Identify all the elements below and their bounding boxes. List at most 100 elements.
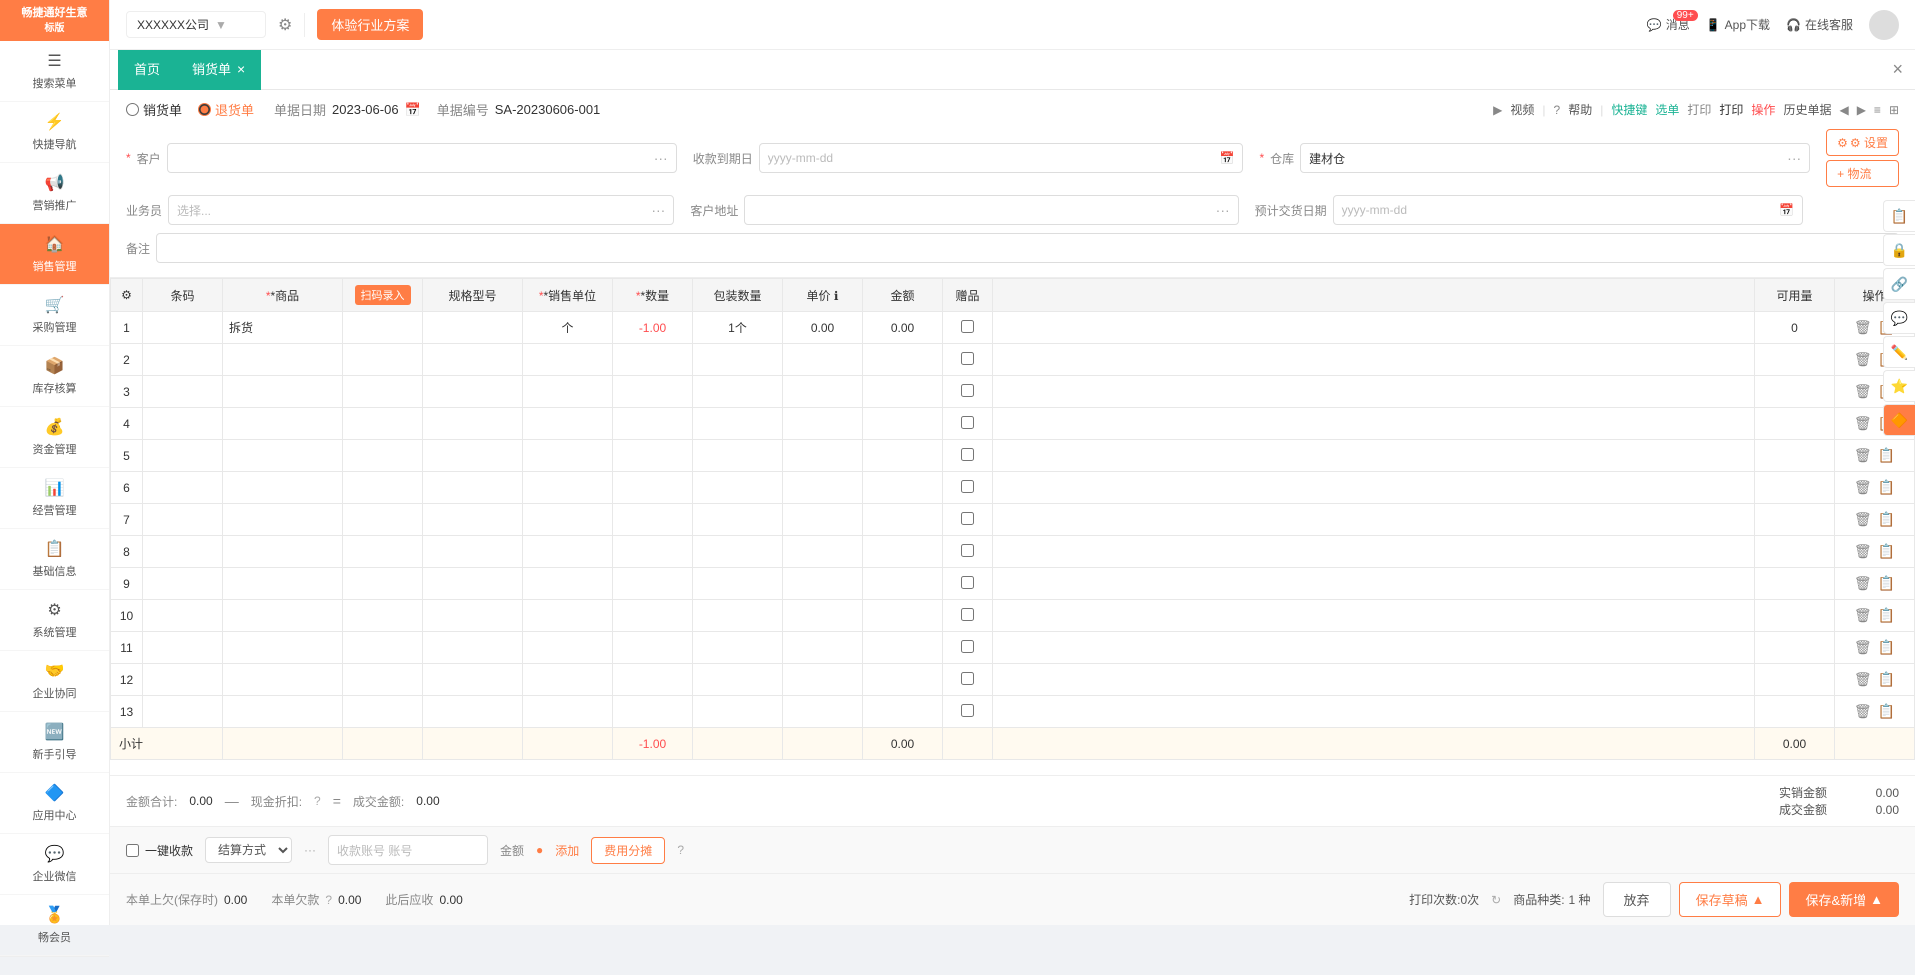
gift-checkbox-13[interactable] (961, 704, 974, 717)
payment-method-select[interactable]: 结算方式 (205, 837, 292, 863)
avatar[interactable] (1869, 10, 1899, 40)
cell-unit-9[interactable] (523, 568, 613, 600)
cell-pkg-qty-2[interactable] (693, 344, 783, 376)
cell-amount-11[interactable] (863, 632, 943, 664)
gift-checkbox-2[interactable] (961, 352, 974, 365)
cell-amount-6[interactable] (863, 472, 943, 504)
quick-panel-message[interactable]: 💬 (1883, 302, 1915, 334)
sidebar-item-purchase[interactable]: 🛒 采购管理 (0, 285, 109, 346)
select-btn[interactable]: 选单 (1655, 101, 1679, 118)
gift-checkbox-9[interactable] (961, 576, 974, 589)
cell-unit-price-3[interactable] (783, 376, 863, 408)
delete-icon-5[interactable]: 🗑 (1854, 447, 1872, 464)
cell-product-13[interactable] (223, 696, 343, 728)
history-btn[interactable]: 历史单据 (1783, 101, 1831, 118)
delete-icon-4[interactable]: 🗑 (1854, 415, 1872, 432)
cell-barcode-12[interactable] (143, 664, 223, 696)
cell-unit-price-4[interactable] (783, 408, 863, 440)
gift-checkbox-7[interactable] (961, 512, 974, 525)
delete-icon-13[interactable]: 🗑 (1854, 703, 1872, 720)
copy-icon-10[interactable]: 📋 (1878, 607, 1895, 624)
cell-spec-11[interactable] (423, 632, 523, 664)
online-support-item[interactable]: 🎧 在线客服 (1786, 16, 1853, 33)
cell-unit-price-1[interactable]: 0.00 (783, 312, 863, 344)
sidebar-item-wechat[interactable]: 💬 企业微信 (0, 834, 109, 895)
cell-pkg-qty-10[interactable] (693, 600, 783, 632)
cell-barcode-5[interactable] (143, 440, 223, 472)
cell-amount-2[interactable] (863, 344, 943, 376)
cell-amount-9[interactable] (863, 568, 943, 600)
logistics-button[interactable]: + 物流 (1826, 160, 1899, 187)
cell-unit-10[interactable] (523, 600, 613, 632)
copy-icon-12[interactable]: 📋 (1878, 671, 1895, 688)
shortcut-btn[interactable]: 快捷键 (1611, 101, 1647, 118)
cell-amount-7[interactable] (863, 504, 943, 536)
prev-btn[interactable]: ◀ (1839, 103, 1848, 117)
message-item[interactable]: 💬 消息 99+ (1647, 16, 1690, 33)
close-button[interactable]: × (1892, 59, 1903, 80)
copy-icon-13[interactable]: 📋 (1878, 703, 1895, 720)
cell-gift-8[interactable] (943, 536, 993, 568)
gift-checkbox-6[interactable] (961, 480, 974, 493)
customer-addr-input[interactable]: ··· (744, 195, 1238, 225)
cell-amount-8[interactable] (863, 536, 943, 568)
copy-icon-7[interactable]: 📋 (1878, 511, 1895, 528)
cell-qty-2[interactable] (613, 344, 693, 376)
cell-barcode-1[interactable] (143, 312, 223, 344)
delete-icon-1[interactable]: 🗑 (1854, 319, 1872, 336)
cell-spec-10[interactable] (423, 600, 523, 632)
cell-pkg-qty-5[interactable] (693, 440, 783, 472)
discard-button[interactable]: 放弃 (1603, 882, 1671, 917)
cell-product-8[interactable] (223, 536, 343, 568)
cell-gift-1[interactable] (943, 312, 993, 344)
gear-icon[interactable]: ⚙ (278, 15, 292, 35)
cell-unit-price-11[interactable] (783, 632, 863, 664)
delete-icon-9[interactable]: 🗑 (1854, 575, 1872, 592)
quick-panel-star[interactable]: ⭐ (1883, 370, 1915, 402)
one-click-checkbox[interactable] (126, 844, 139, 857)
cell-pkg-qty-8[interactable] (693, 536, 783, 568)
sidebar-item-marketing[interactable]: 📢 营销推广 (0, 163, 109, 224)
cell-product-6[interactable] (223, 472, 343, 504)
cell-unit-price-10[interactable] (783, 600, 863, 632)
cell-unit-price-13[interactable] (783, 696, 863, 728)
cell-barcode-9[interactable] (143, 568, 223, 600)
cell-product-9[interactable] (223, 568, 343, 600)
sidebar-item-basic[interactable]: 📋 基础信息 (0, 529, 109, 590)
cell-amount-1[interactable]: 0.00 (863, 312, 943, 344)
th-settings[interactable]: ⚙ (111, 279, 143, 312)
cell-unit-11[interactable] (523, 632, 613, 664)
copy-icon-5[interactable]: 📋 (1878, 447, 1895, 464)
cell-product-2[interactable] (223, 344, 343, 376)
gift-checkbox-8[interactable] (961, 544, 974, 557)
cell-barcode-11[interactable] (143, 632, 223, 664)
cell-spec-6[interactable] (423, 472, 523, 504)
cell-gift-5[interactable] (943, 440, 993, 472)
tab-close-icon[interactable]: × (237, 61, 245, 77)
gift-checkbox-10[interactable] (961, 608, 974, 621)
cell-product-1[interactable]: 拆货 (223, 312, 343, 344)
cell-unit-price-6[interactable] (783, 472, 863, 504)
cell-pkg-qty-6[interactable] (693, 472, 783, 504)
cell-pkg-qty-11[interactable] (693, 632, 783, 664)
sidebar-item-guide[interactable]: 🆕 新手引导 (0, 712, 109, 773)
save-draft-button[interactable]: 保存草稿 ▲ (1679, 882, 1782, 917)
cell-product-12[interactable] (223, 664, 343, 696)
cell-gift-12[interactable] (943, 664, 993, 696)
quick-panel-special[interactable]: 🔶 (1883, 404, 1915, 436)
cell-qty-13[interactable] (613, 696, 693, 728)
sidebar-item-appcenter[interactable]: 🔷 应用中心 (0, 773, 109, 834)
app-download-item[interactable]: 📱 App下载 (1706, 16, 1770, 33)
cell-qty-9[interactable] (613, 568, 693, 600)
quick-panel-edit[interactable]: ✏️ (1883, 336, 1915, 368)
expected-date-input[interactable]: yyyy-mm-dd 📅 (1333, 195, 1803, 225)
quick-panel-link[interactable]: 🔗 (1883, 268, 1915, 300)
cell-qty-11[interactable] (613, 632, 693, 664)
scan-button[interactable]: 扫码录入 (355, 285, 411, 305)
cell-spec-12[interactable] (423, 664, 523, 696)
cell-qty-12[interactable] (613, 664, 693, 696)
radio-sale-order[interactable]: 销货单 (126, 100, 182, 119)
cell-barcode-6[interactable] (143, 472, 223, 504)
save-new-button[interactable]: 保存&新增 ▲ (1789, 882, 1899, 917)
gift-checkbox-11[interactable] (961, 640, 974, 653)
